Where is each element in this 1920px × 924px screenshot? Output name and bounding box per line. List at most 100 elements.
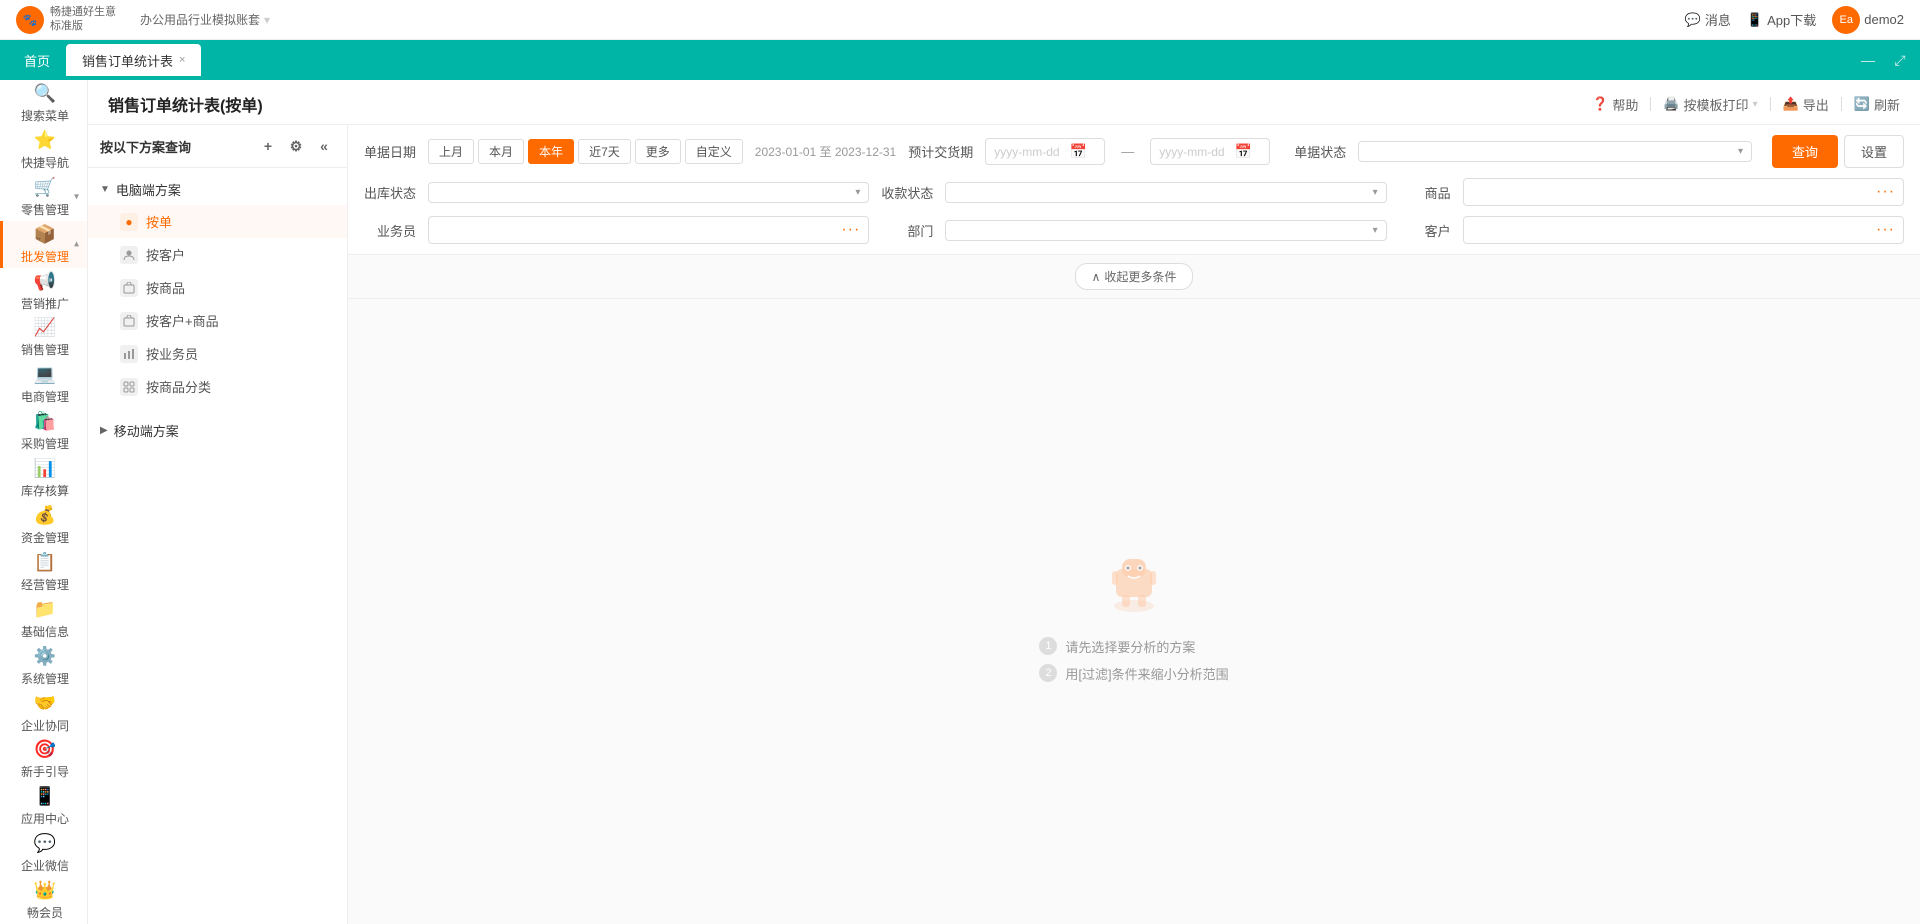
settings-btn[interactable]: 设置 (1844, 135, 1904, 168)
filter-row-3: 业务员 ··· 部门 ▾ 客户 ··· (364, 216, 1904, 244)
date-btn-this-year[interactable]: 本年 (528, 139, 574, 164)
help-btn[interactable]: ❓ 帮助 (1592, 95, 1638, 114)
quick-nav-label: 快捷导航 (21, 154, 69, 171)
customer-label: 客户 (1399, 221, 1451, 240)
sidebar-item-new-guide[interactable]: 🎯 新手引导 (0, 736, 87, 783)
sidebar-item-marketing[interactable]: 📢 营销推广 (0, 268, 87, 315)
breadcrumb-arrow: ▾ (264, 13, 270, 27)
marketing-icon: 📢 (34, 271, 56, 292)
sidebar-item-purchase[interactable]: 🛍️ 采购管理 (0, 408, 87, 455)
tab-sales-order-stats[interactable]: 销售订单统计表 × (66, 44, 201, 76)
user-area[interactable]: Ea demo2 (1832, 6, 1904, 34)
message-btn[interactable]: 💬 消息 (1685, 10, 1731, 29)
tab-close-icon[interactable]: × (179, 54, 185, 66)
sidebar-item-sales[interactable]: 📈 销售管理 (0, 314, 87, 361)
sidebar-item-basic-info[interactable]: 📁 基础信息 (0, 596, 87, 643)
collapse-bar: ∧ 收起更多条件 (348, 255, 1920, 299)
quick-nav-icon: ⭐ (34, 130, 56, 151)
scheme-group-desktop-header[interactable]: ▼ 电脑端方案 (88, 174, 347, 205)
top-bar: 🐾 畅捷通好生意 标准版 办公用品行业模拟账套 ▾ 💬 消息 📱 App下载 E… (0, 0, 1920, 40)
enterprise-icon: 🤝 (34, 693, 56, 714)
by-customer-goods-label: 按客户+商品 (146, 311, 219, 330)
page-title: 销售订单统计表(按单) (108, 92, 263, 116)
outstock-select[interactable]: ▾ (428, 182, 869, 203)
tab-minimize-btn[interactable]: — (1856, 48, 1880, 72)
tab-expand-btn[interactable]: ⤢ (1888, 48, 1912, 72)
divider2 (1770, 97, 1771, 111)
sidebar-item-enterprise[interactable]: 🤝 企业协同 (0, 690, 87, 737)
sidebar-item-search-menu[interactable]: 🔍 搜索菜单 (0, 80, 87, 127)
department-select[interactable]: ▾ (945, 220, 1386, 241)
by-customer-goods-icon (120, 312, 138, 330)
refresh-btn[interactable]: 🔄 刷新 (1854, 95, 1900, 114)
scheme-add-btn[interactable]: + (257, 135, 279, 157)
date-btn-custom[interactable]: 自定义 (685, 139, 743, 164)
date-btn-last-7days[interactable]: 近7天 (578, 139, 631, 164)
main-layout: 🔍 搜索菜单 ⭐ 快捷导航 🛒 零售管理 ▾ 📦 批发管理 ▴ 📢 营销推广 📈… (0, 80, 1920, 924)
export-btn[interactable]: 📤 导出 (1783, 95, 1829, 114)
collapse-btn[interactable]: ∧ 收起更多条件 (1075, 263, 1194, 290)
scheme-collapse-btn[interactable]: « (313, 135, 335, 157)
goods-dots-icon: ··· (1876, 183, 1895, 201)
retail-arrow-icon: ▾ (74, 192, 79, 203)
date-dash: — (1117, 144, 1138, 159)
scheme-item-by-sales[interactable]: 按业务员 (88, 337, 347, 370)
expected-date-from-placeholder: yyyy-mm-dd (994, 145, 1059, 159)
top-bar-left: 🐾 畅捷通好生意 标准版 办公用品行业模拟账套 ▾ (16, 6, 270, 34)
scheme-item-by-goods[interactable]: 按商品 (88, 271, 347, 304)
date-btn-last-month[interactable]: 上月 (428, 139, 474, 164)
by-sales-icon (120, 345, 138, 363)
doc-status-select[interactable]: ▾ (1358, 141, 1752, 162)
content-area: 销售订单统计表(按单) ❓ 帮助 🖨️ 按模板打印 ▾ 📤 导出 (88, 80, 1920, 924)
tab-home-label: 首页 (24, 51, 50, 70)
scheme-item-by-goods-category[interactable]: 按商品分类 (88, 370, 347, 403)
expected-date-label: 预计交货期 (908, 142, 973, 161)
inventory-icon: 📊 (34, 458, 56, 479)
scheme-settings-btn[interactable]: ⚙ (285, 135, 307, 157)
customer-tag-input[interactable]: ··· (1463, 216, 1904, 244)
sidebar-item-operations[interactable]: 📋 经营管理 (0, 549, 87, 596)
expected-date-from[interactable]: yyyy-mm-dd 📅 (985, 138, 1105, 165)
inventory-label: 库存核算 (21, 482, 69, 499)
sidebar-item-wholesale[interactable]: 📦 批发管理 ▴ (0, 221, 87, 268)
sidebar-item-quick-nav[interactable]: ⭐ 快捷导航 (0, 127, 87, 174)
sidebar-item-inventory[interactable]: 📊 库存核算 (0, 455, 87, 502)
wholesale-arrow-icon: ▴ (74, 239, 79, 250)
message-icon: 💬 (1685, 12, 1701, 28)
tab-sales-order-stats-label: 销售订单统计表 (82, 51, 173, 70)
sidebar-item-system[interactable]: ⚙️ 系统管理 (0, 643, 87, 690)
sidebar-item-enterprise-wechat[interactable]: 💬 企业微信 (0, 830, 87, 877)
sidebar-item-ecommerce[interactable]: 💻 电商管理 (0, 361, 87, 408)
desktop-group-label: 电脑端方案 (116, 180, 181, 199)
goods-tag-input[interactable]: ··· (1463, 178, 1904, 206)
scheme-item-by-customer[interactable]: 按客户 (88, 238, 347, 271)
by-order-icon: ● (120, 213, 138, 231)
scheme-item-by-order[interactable]: ● 按单 (88, 205, 347, 238)
expected-date-to[interactable]: yyyy-mm-dd 📅 (1150, 138, 1270, 165)
sidebar-item-vip[interactable]: 👑 畅会员 (0, 877, 87, 924)
tab-home[interactable]: 首页 (8, 44, 66, 76)
top-bar-right: 💬 消息 📱 App下载 Ea demo2 (1685, 6, 1904, 34)
basic-info-label: 基础信息 (21, 623, 69, 640)
sidebar-item-retail[interactable]: 🛒 零售管理 ▾ (0, 174, 87, 221)
message-label: 消息 (1705, 10, 1731, 29)
breadcrumb[interactable]: 办公用品行业模拟账套 ▾ (140, 11, 270, 28)
date-btn-this-month[interactable]: 本月 (478, 139, 524, 164)
sidebar-item-finance[interactable]: 💰 资金管理 (0, 502, 87, 549)
query-btn[interactable]: 查询 (1772, 135, 1838, 168)
refresh-icon: 🔄 (1854, 96, 1870, 112)
sidebar-item-app-center[interactable]: 📱 应用中心 (0, 783, 87, 830)
scheme-item-by-customer-goods[interactable]: 按客户+商品 (88, 304, 347, 337)
scheme-group-mobile-header[interactable]: ▶ 移动端方案 (88, 415, 347, 446)
date-btn-more[interactable]: 更多 (635, 139, 681, 164)
sidebar: 🔍 搜索菜单 ⭐ 快捷导航 🛒 零售管理 ▾ 📦 批发管理 ▴ 📢 营销推广 📈… (0, 80, 88, 924)
scheme-panel-header: 按以下方案查询 + ⚙ « (88, 125, 347, 168)
desktop-toggle-icon: ▼ (100, 184, 110, 195)
payment-select[interactable]: ▾ (945, 182, 1386, 203)
app-download-btn[interactable]: 📱 App下载 (1747, 10, 1816, 29)
refresh-label: 刷新 (1874, 95, 1900, 114)
print-btn[interactable]: 🖨️ 按模板打印 ▾ (1663, 95, 1757, 114)
by-goods-category-label: 按商品分类 (146, 377, 211, 396)
purchase-label: 采购管理 (21, 435, 69, 452)
salesperson-tag-input[interactable]: ··· (428, 216, 869, 244)
